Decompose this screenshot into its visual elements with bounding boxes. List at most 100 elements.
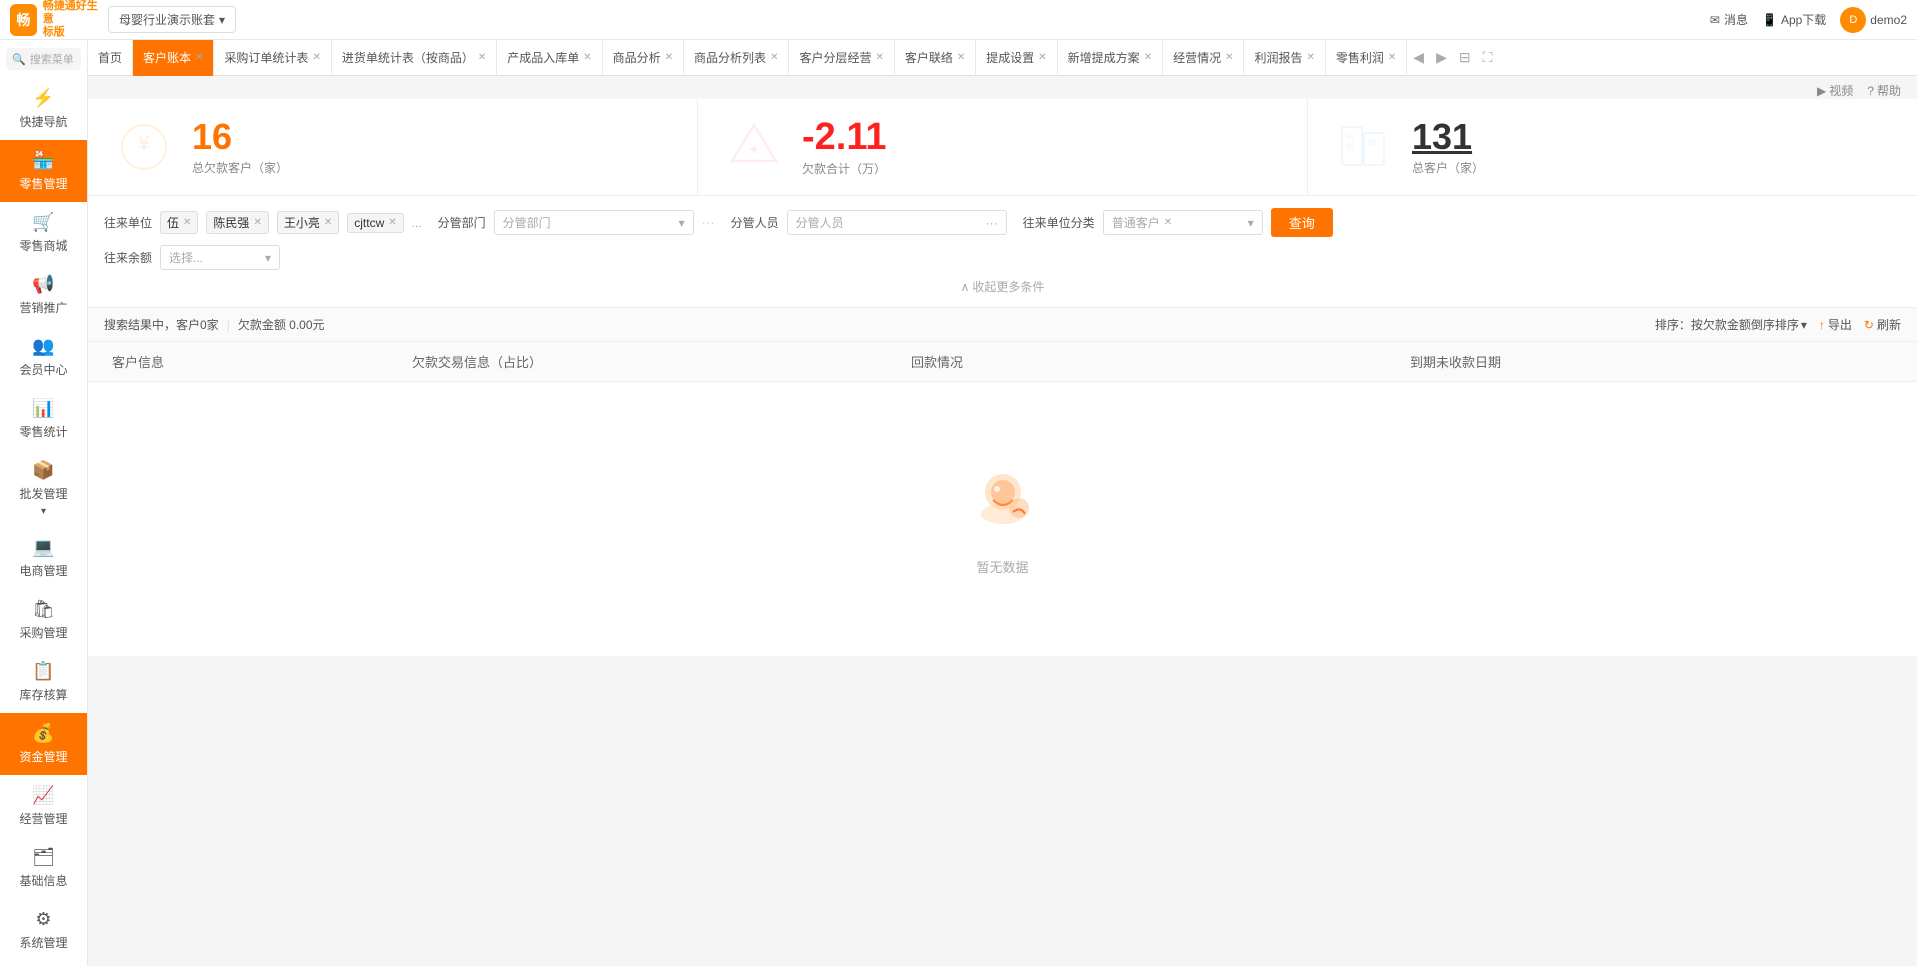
query-button[interactable]: 查询	[1271, 208, 1333, 237]
sort-button[interactable]: 排序：按欠款金额倒序排序 ▾	[1655, 316, 1807, 333]
dept-clear[interactable]: ···	[702, 215, 715, 230]
tab-nav-right[interactable]: ▶	[1430, 49, 1453, 66]
sidebar-item-wholesale[interactable]: 📦 批发管理 ▾	[0, 450, 87, 527]
filter-area: 往来单位 伍 ✕ 陈民强 ✕ 王小亮 ✕	[88, 196, 1917, 308]
unit-tag-cj[interactable]: cjttcw ✕	[347, 213, 403, 233]
tab-product-analysis-list[interactable]: 商品分析列表 ✕	[684, 40, 789, 76]
message-button[interactable]: ✉ 消息	[1710, 11, 1748, 28]
sidebar-item-quick-nav[interactable]: ⚡ 快捷导航	[0, 78, 87, 140]
tab-close-icon[interactable]: ✕	[1038, 52, 1046, 63]
avatar: D	[1840, 7, 1866, 33]
remove-tag-cj[interactable]: ✕	[388, 217, 396, 228]
remove-tag-wu[interactable]: ✕	[183, 217, 191, 228]
unit-tag-wang[interactable]: 王小亮 ✕	[277, 211, 339, 234]
tab-commission-settings[interactable]: 提成设置 ✕	[976, 40, 1057, 76]
tab-close-icon[interactable]: ✕	[875, 52, 883, 63]
search-menu-button[interactable]: 🔍 搜索菜单	[6, 48, 81, 70]
sidebar-item-system[interactable]: ⚙ 系统管理	[0, 899, 87, 961]
dept-input[interactable]: 分管部门 ▾	[494, 210, 694, 235]
manager-input[interactable]: 分管人员 ···	[787, 210, 1007, 235]
remove-tag-chen[interactable]: ✕	[253, 217, 261, 228]
debt-total-value[interactable]: -2.11	[802, 118, 887, 156]
debt-customers-label: 总欠款客户（家）	[192, 159, 288, 176]
sidebar-item-marketing[interactable]: 📢 营销推广	[0, 264, 87, 326]
tab-close-icon[interactable]: ✕	[312, 52, 320, 63]
sidebar-item-retail-stats[interactable]: 📊 零售统计	[0, 388, 87, 450]
tab-close-icon[interactable]: ✕	[1144, 52, 1152, 63]
arrow-icon: ▾	[41, 506, 46, 517]
total-customers-value[interactable]: 131	[1412, 119, 1484, 155]
svg-text:¥: ¥	[137, 130, 151, 155]
category-dropdown-icon: ▾	[1248, 216, 1254, 230]
total-customers-icon	[1332, 115, 1396, 179]
sidebar-item-operations[interactable]: 📈 经营管理	[0, 775, 87, 837]
remove-tag-wang[interactable]: ✕	[324, 217, 332, 228]
debt-total-label: 欠款合计（万）	[802, 160, 887, 177]
empty-icon	[963, 462, 1043, 545]
sidebar-item-purchase[interactable]: 🛍 采购管理	[0, 589, 87, 651]
sidebar-item-retail[interactable]: 🏪 零售管理	[0, 140, 87, 202]
tab-retail-profit[interactable]: 零售利润 ✕	[1326, 40, 1407, 76]
quick-nav-icon: ⚡	[32, 88, 54, 109]
sidebar-item-base-info[interactable]: 🗂 基础信息	[0, 837, 87, 899]
tab-product-inbound[interactable]: 产成品入库单 ✕	[497, 40, 602, 76]
tab-home[interactable]: 首页	[88, 40, 133, 76]
tab-close-icon[interactable]: ✕	[770, 52, 778, 63]
remove-category-tag[interactable]: ✕	[1164, 217, 1172, 228]
stats-row: ¥ 16 总欠款客户（家） ✦	[88, 99, 1917, 196]
col-overdue-date: 到期未收款日期	[1402, 352, 1901, 371]
tab-customer-account[interactable]: 客户账本 ✕	[133, 40, 214, 76]
category-tag[interactable]: 普通客户 ✕	[1112, 214, 1172, 231]
refresh-button[interactable]: ↻ 刷新	[1864, 316, 1901, 333]
tab-customer-contact[interactable]: 客户联络 ✕	[895, 40, 976, 76]
user-menu[interactable]: D demo2	[1840, 7, 1907, 33]
tab-product-analysis[interactable]: 商品分析 ✕	[603, 40, 684, 76]
tab-close-icon[interactable]: ✕	[583, 52, 591, 63]
unit-tag-wu[interactable]: 伍 ✕	[160, 211, 198, 234]
tab-close-icon[interactable]: ✕	[1388, 52, 1396, 63]
tab-add-commission[interactable]: 新增提成方案 ✕	[1058, 40, 1163, 76]
col-debt-info: 欠款交易信息（占比）	[404, 352, 903, 371]
app-download-button[interactable]: 📱 App下载	[1762, 11, 1826, 28]
tab-nav-left[interactable]: ◀	[1407, 49, 1430, 66]
sidebar-item-finance[interactable]: 💰 资金管理	[0, 713, 87, 775]
tab-nav-menu[interactable]: ⊟	[1453, 49, 1477, 66]
sidebar-item-inventory[interactable]: 📋 库存核算	[0, 651, 87, 713]
sidebar-item-enterprise[interactable]: 🤝 企业协同	[0, 961, 87, 966]
tab-close-icon[interactable]: ✕	[195, 52, 203, 63]
category-input[interactable]: 普通客户 ✕ ▾	[1103, 210, 1263, 235]
help-icon: ?	[1867, 84, 1874, 98]
tab-close-icon[interactable]: ✕	[478, 52, 486, 63]
sidebar-item-member[interactable]: 👥 会员中心	[0, 326, 87, 388]
tab-profit-report[interactable]: 利润报告 ✕	[1244, 40, 1325, 76]
collapse-button[interactable]: ∧ 收起更多条件	[961, 278, 1045, 295]
sidebar-item-ecommerce[interactable]: 💻 电商管理	[0, 527, 87, 589]
tab-operations[interactable]: 经营情况 ✕	[1163, 40, 1244, 76]
tab-close-icon[interactable]: ✕	[957, 52, 965, 63]
export-button[interactable]: ↑ 导出	[1819, 316, 1852, 333]
tab-purchase-order[interactable]: 采购订单统计表 ✕	[214, 40, 331, 76]
tab-fullscreen[interactable]: ⛶	[1477, 49, 1499, 66]
tab-close-icon[interactable]: ✕	[1307, 52, 1315, 63]
sidebar-item-retail-mall[interactable]: 🛒 零售商城	[0, 202, 87, 264]
stat-debt-customers: ¥ 16 总欠款客户（家）	[88, 99, 698, 195]
manager-dropdown-icon: ···	[986, 216, 998, 230]
tab-close-icon[interactable]: ✕	[665, 52, 673, 63]
result-text: 搜索结果中，客户0家	[104, 316, 219, 333]
balance-input[interactable]: 选择... ▾	[160, 245, 280, 270]
balance-dropdown-icon: ▾	[265, 251, 271, 265]
tab-purchase-stat[interactable]: 进货单统计表（按商品） ✕	[332, 40, 497, 76]
unit-tag-chen[interactable]: 陈民强 ✕	[206, 211, 268, 234]
help-link[interactable]: ? 帮助	[1867, 82, 1901, 99]
dept-filter-label: 分管部门	[438, 214, 486, 231]
page-help: ▶ 视频 ? 帮助	[88, 76, 1917, 99]
logo-icon: 畅	[10, 4, 37, 36]
account-selector[interactable]: 母婴行业演示账套 ▾	[108, 6, 236, 33]
video-icon: ▶	[1817, 84, 1826, 98]
tab-close-icon[interactable]: ✕	[1225, 52, 1233, 63]
filter-more-button[interactable]: ...	[412, 216, 422, 230]
tab-customer-tier[interactable]: 客户分层经营 ✕	[789, 40, 894, 76]
result-bar: 搜索结果中，客户0家 | 欠款金额 0.00元 排序：按欠款金额倒序排序 ▾ ↑…	[88, 308, 1917, 342]
video-link[interactable]: ▶ 视频	[1817, 82, 1853, 99]
collapse-icon: ∧	[961, 280, 970, 294]
